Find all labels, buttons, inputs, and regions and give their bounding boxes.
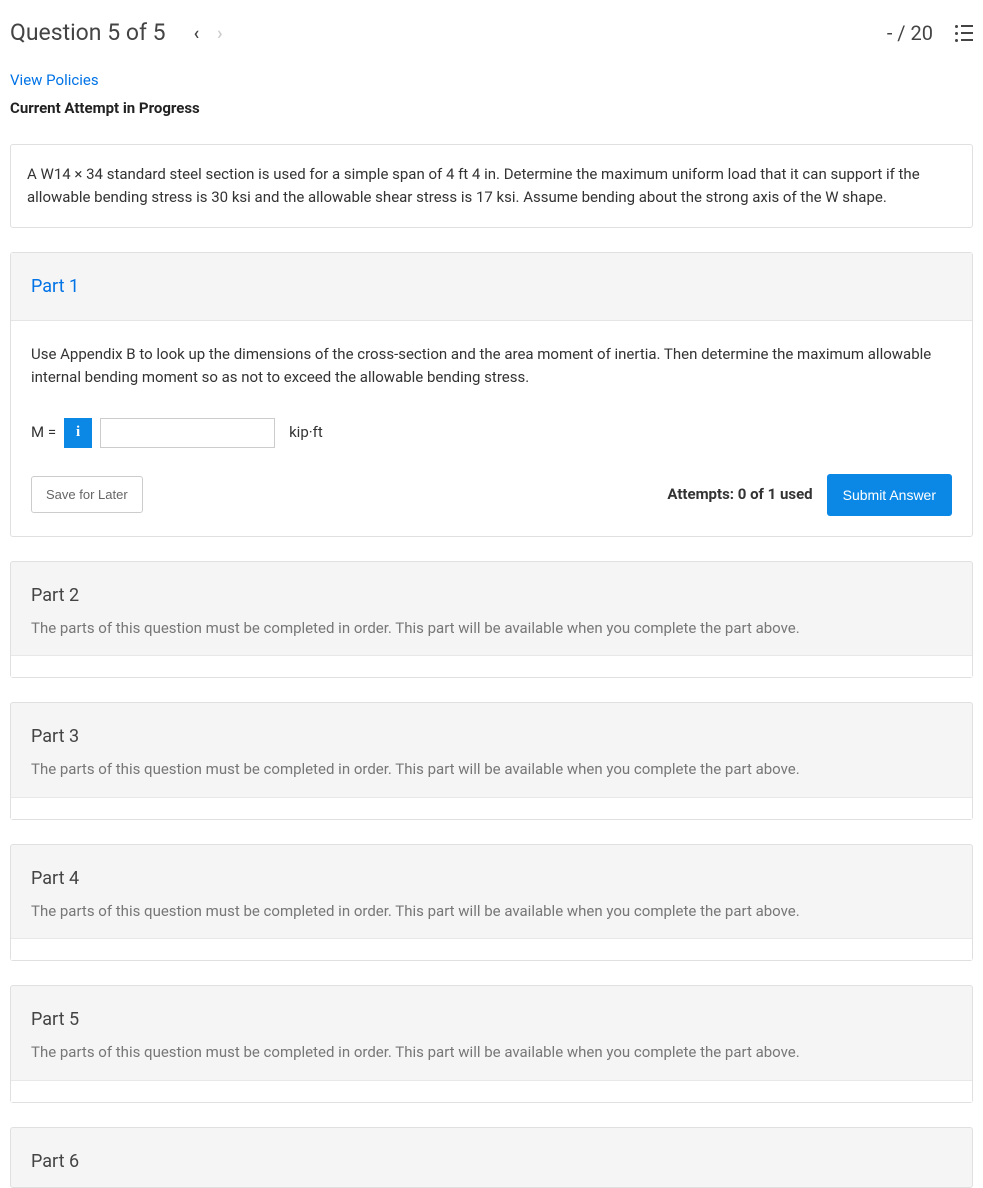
- submit-answer-button[interactable]: Submit Answer: [827, 474, 952, 516]
- question-header: Question 5 of 5 ‹ › - / 20: [0, 0, 983, 69]
- score-area: - / 20: [887, 18, 973, 48]
- attempt-status: Current Attempt in Progress: [0, 97, 983, 134]
- part-1-instructions: Use Appendix B to look up the dimensions…: [31, 343, 952, 390]
- part-4: Part 4 The parts of this question must b…: [10, 844, 973, 962]
- part-5-locked-message: The parts of this question must be compl…: [31, 1041, 952, 1064]
- nav-arrows: ‹ ›: [194, 20, 223, 47]
- chevron-left-icon[interactable]: ‹: [194, 20, 200, 47]
- part-1-body: Use Appendix B to look up the dimensions…: [11, 321, 972, 536]
- part-6: Part 6: [10, 1127, 973, 1188]
- list-menu-icon[interactable]: [955, 25, 973, 42]
- chevron-right-icon: ›: [217, 20, 222, 47]
- attempts-counter: Attempts: 0 of 1 used: [667, 483, 812, 506]
- actions-row: Save for Later Attempts: 0 of 1 used Sub…: [31, 474, 952, 516]
- part-4-footer: [11, 938, 972, 960]
- part-5: Part 5 The parts of this question must b…: [10, 985, 973, 1103]
- question-number: Question 5 of 5: [10, 16, 166, 51]
- part-6-title: Part 6: [31, 1148, 952, 1175]
- info-icon[interactable]: i: [64, 418, 92, 448]
- part-5-title: Part 5: [31, 1006, 952, 1033]
- moment-input[interactable]: [100, 418, 275, 448]
- part-2-footer: [11, 655, 972, 677]
- part-4-locked-message: The parts of this question must be compl…: [31, 900, 952, 923]
- part-4-title: Part 4: [31, 865, 952, 892]
- part-3-locked-message: The parts of this question must be compl…: [31, 758, 952, 781]
- score-text: - / 20: [887, 18, 933, 48]
- view-policies-link[interactable]: View Policies: [10, 71, 99, 89]
- save-for-later-button[interactable]: Save for Later: [31, 476, 143, 513]
- answer-input-row: M = i kip·ft: [31, 418, 952, 448]
- part-2: Part 2 The parts of this question must b…: [10, 561, 973, 679]
- unit-label: kip·ft: [289, 421, 323, 444]
- variable-label: M =: [31, 421, 56, 444]
- policies-row: View Policies: [0, 69, 983, 98]
- part-3: Part 3 The parts of this question must b…: [10, 702, 973, 820]
- part-1: Part 1 Use Appendix B to look up the dim…: [10, 252, 973, 537]
- part-3-footer: [11, 797, 972, 819]
- question-prompt: A W14 × 34 standard steel section is use…: [10, 144, 973, 229]
- part-3-title: Part 3: [31, 723, 952, 750]
- part-5-footer: [11, 1080, 972, 1102]
- part-1-title: Part 1: [11, 253, 972, 321]
- part-2-locked-message: The parts of this question must be compl…: [31, 617, 952, 640]
- part-2-title: Part 2: [31, 582, 952, 609]
